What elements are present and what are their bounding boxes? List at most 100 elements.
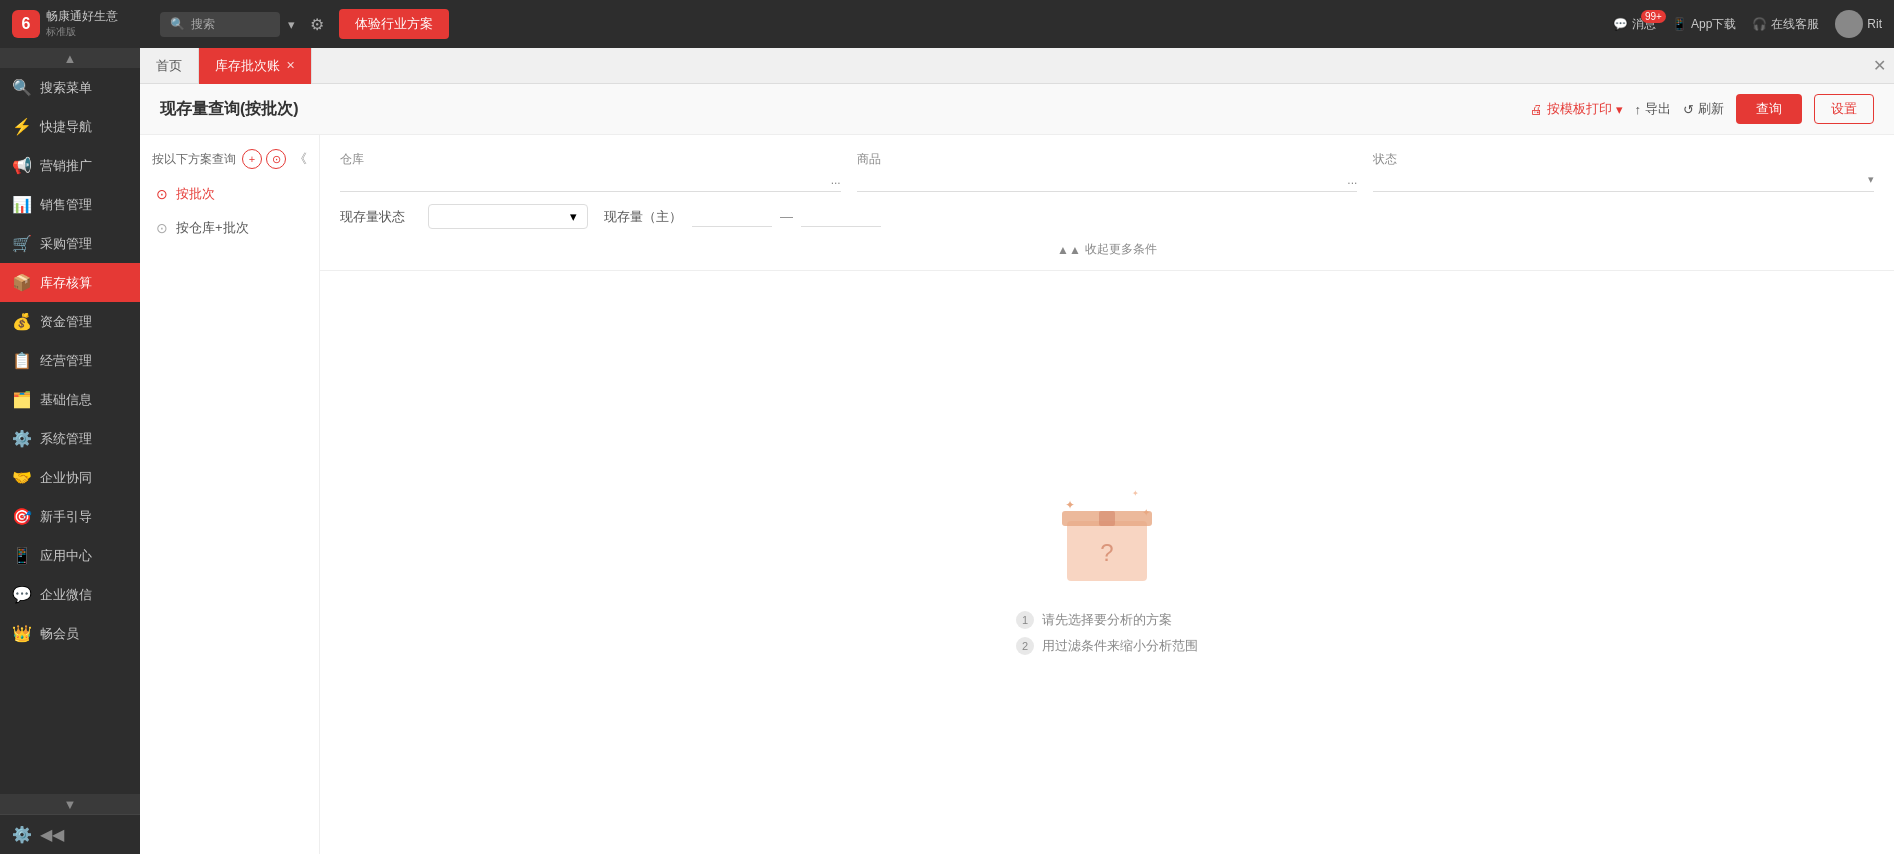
sidebar-item-wechat[interactable]: 💬 企业微信 xyxy=(0,575,140,614)
sidebar-item-purchase[interactable]: 🛒 采购管理 xyxy=(0,224,140,263)
sidebar-item-finance[interactable]: 💰 资金管理 xyxy=(0,302,140,341)
filter-settings-btn[interactable]: ⊙ xyxy=(266,149,286,169)
page-header-actions: 🖨 按模板打印 ▾ ↑ 导出 ↺ 刷新 查询 设置 xyxy=(1530,94,1875,124)
add-filter-btn[interactable]: + xyxy=(242,149,262,169)
svg-text:✦: ✦ xyxy=(1142,507,1150,518)
search-row-2: 现存量状态 ▾ 现存量（主） xyxy=(340,204,1874,229)
marketing-icon: 📢 xyxy=(12,156,32,175)
warehouse-field: 仓库 ... xyxy=(340,151,841,192)
stock-status-group: 现存量状态 ▾ xyxy=(340,204,588,229)
stock-status-label: 现存量状态 xyxy=(340,208,420,226)
product-input[interactable] xyxy=(857,172,1348,187)
filter-item-by-warehouse-batch[interactable]: ⊙ 按仓库+批次 xyxy=(140,211,319,245)
svg-text:✦: ✦ xyxy=(1065,498,1075,512)
print-btn[interactable]: 🖨 按模板打印 ▾ xyxy=(1530,100,1623,118)
wechat-icon: 💬 xyxy=(12,585,32,604)
stock-qty-label: 现存量（主） xyxy=(604,208,684,226)
filter-collapse-btn[interactable]: 《 xyxy=(294,150,307,168)
main-settings-btn[interactable]: 设置 xyxy=(1814,94,1874,124)
search-placeholder: 搜索 xyxy=(191,16,215,33)
filter-panel-icons: + ⊙ xyxy=(242,149,286,169)
operations-icon: 📋 xyxy=(12,351,32,370)
status-label: 状态 xyxy=(1373,151,1874,168)
sidebar-collapse-icon[interactable]: ◀◀ xyxy=(40,825,64,844)
filter-item-warehouse-batch-label: 按仓库+批次 xyxy=(176,219,249,237)
experience-btn[interactable]: 体验行业方案 xyxy=(339,9,449,39)
warehouse-input-row: ... xyxy=(340,172,841,192)
finance-icon: 💰 xyxy=(12,312,32,331)
hint-number-2: 2 xyxy=(1016,637,1034,655)
search-icon: 🔍 xyxy=(170,17,185,31)
product-label: 商品 xyxy=(857,151,1358,168)
collapse-filter-label: 收起更多条件 xyxy=(1085,241,1157,258)
tab-close-icon[interactable]: ✕ xyxy=(286,59,295,72)
sidebar-settings-icon[interactable]: ⚙️ xyxy=(12,825,32,844)
stock-status-dropdown[interactable]: ▾ xyxy=(428,204,588,229)
sidebar-item-system[interactable]: ⚙️ 系统管理 xyxy=(0,419,140,458)
warehouse-batch-icon: ⊙ xyxy=(156,220,168,236)
messages-item[interactable]: 💬 消息 99+ xyxy=(1613,16,1656,33)
stock-qty-range: — xyxy=(692,207,881,227)
sidebar-item-sales[interactable]: 📊 销售管理 xyxy=(0,185,140,224)
filter-item-by-batch[interactable]: ⊙ 按批次 xyxy=(140,177,319,211)
product-dots[interactable]: ... xyxy=(1347,173,1357,187)
basic-icon: 🗂️ xyxy=(12,390,32,409)
sidebar-scroll-up[interactable]: ▲ xyxy=(0,48,140,68)
status-input[interactable] xyxy=(1373,172,1868,187)
settings-gear-icon[interactable]: ⚙ xyxy=(303,10,331,38)
inventory-icon: 📦 xyxy=(12,273,32,292)
app-name: 畅康通好生意 xyxy=(46,9,118,25)
phone-icon: 📱 xyxy=(1672,17,1687,31)
system-icon: ⚙️ xyxy=(12,429,32,448)
svg-text:✦: ✦ xyxy=(1132,489,1139,498)
logo-area: 6 畅康通好生意 标准版 xyxy=(12,9,152,39)
sales-icon: 📊 xyxy=(12,195,32,214)
sidebar-scroll-down[interactable]: ▼ xyxy=(0,794,140,814)
sidebar-item-basic[interactable]: 🗂️ 基础信息 xyxy=(0,380,140,419)
sidebar-item-marketing[interactable]: 📢 营销推广 xyxy=(0,146,140,185)
stock-qty-min-input[interactable] xyxy=(692,207,772,227)
batch-active-icon: ⊙ xyxy=(156,186,168,202)
sidebar-item-inventory[interactable]: 📦 库存核算 xyxy=(0,263,140,302)
newbie-icon: 🎯 xyxy=(12,507,32,526)
purchase-icon: 🛒 xyxy=(12,234,32,253)
svg-rect-2 xyxy=(1099,511,1115,526)
export-btn[interactable]: ↑ 导出 xyxy=(1635,100,1672,118)
sidebar-items: 🔍 搜索菜单 ⚡ 快捷导航 📢 营销推广 📊 销售管理 🛒 采购管理 📦 xyxy=(0,68,140,794)
message-icon: 💬 xyxy=(1613,17,1628,31)
user-avatar-item[interactable]: Rit xyxy=(1835,10,1882,38)
sidebar-item-enterprise[interactable]: 🤝 企业协同 xyxy=(0,458,140,497)
warehouse-label: 仓库 xyxy=(340,151,841,168)
sidebar-item-search-menu[interactable]: 🔍 搜索菜单 xyxy=(0,68,140,107)
user-name: Rit xyxy=(1867,17,1882,31)
tab-end-close-btn[interactable]: ✕ xyxy=(1873,56,1886,75)
header-search[interactable]: 🔍 搜索 xyxy=(160,12,280,37)
filter-item-batch-label: 按批次 xyxy=(176,185,215,203)
main-query-btn[interactable]: 查询 xyxy=(1736,94,1802,124)
tabs-bar: 首页 库存批次账 ✕ ✕ xyxy=(140,48,1894,84)
collapse-filter-btn[interactable]: ▲▲ 收起更多条件 xyxy=(1057,241,1157,258)
enterprise-icon: 🤝 xyxy=(12,468,32,487)
range-dash: — xyxy=(780,209,793,224)
status-field: 状态 ▾ xyxy=(1373,151,1874,192)
app-version: 标准版 xyxy=(46,25,118,39)
page-header: 现存量查询(按批次) 🖨 按模板打印 ▾ ↑ 导出 ↺ 刷新 xyxy=(140,84,1894,135)
sidebar-item-quick-nav[interactable]: ⚡ 快捷导航 xyxy=(0,107,140,146)
app-download-item[interactable]: 📱 App下载 xyxy=(1672,16,1736,33)
header-dropdown-btn[interactable]: ▾ xyxy=(288,17,295,32)
refresh-icon: ↺ xyxy=(1683,102,1694,117)
refresh-btn[interactable]: ↺ 刷新 xyxy=(1683,100,1724,118)
tab-inventory-batch[interactable]: 库存批次账 ✕ xyxy=(199,48,312,84)
online-service-item[interactable]: 🎧 在线客服 xyxy=(1752,16,1819,33)
warehouse-dots[interactable]: ... xyxy=(831,173,841,187)
page-title: 现存量查询(按批次) xyxy=(160,99,299,120)
sidebar-item-vip[interactable]: 👑 畅会员 xyxy=(0,614,140,653)
status-dropdown-icon[interactable]: ▾ xyxy=(1868,173,1874,186)
sidebar-item-newbie[interactable]: 🎯 新手引导 xyxy=(0,497,140,536)
sidebar-item-operations[interactable]: 📋 经营管理 xyxy=(0,341,140,380)
sidebar-item-app-center[interactable]: 📱 应用中心 xyxy=(0,536,140,575)
warehouse-input[interactable] xyxy=(340,172,831,187)
tab-home[interactable]: 首页 xyxy=(140,48,199,84)
stock-status-arrow: ▾ xyxy=(570,209,577,224)
stock-qty-max-input[interactable] xyxy=(801,207,881,227)
